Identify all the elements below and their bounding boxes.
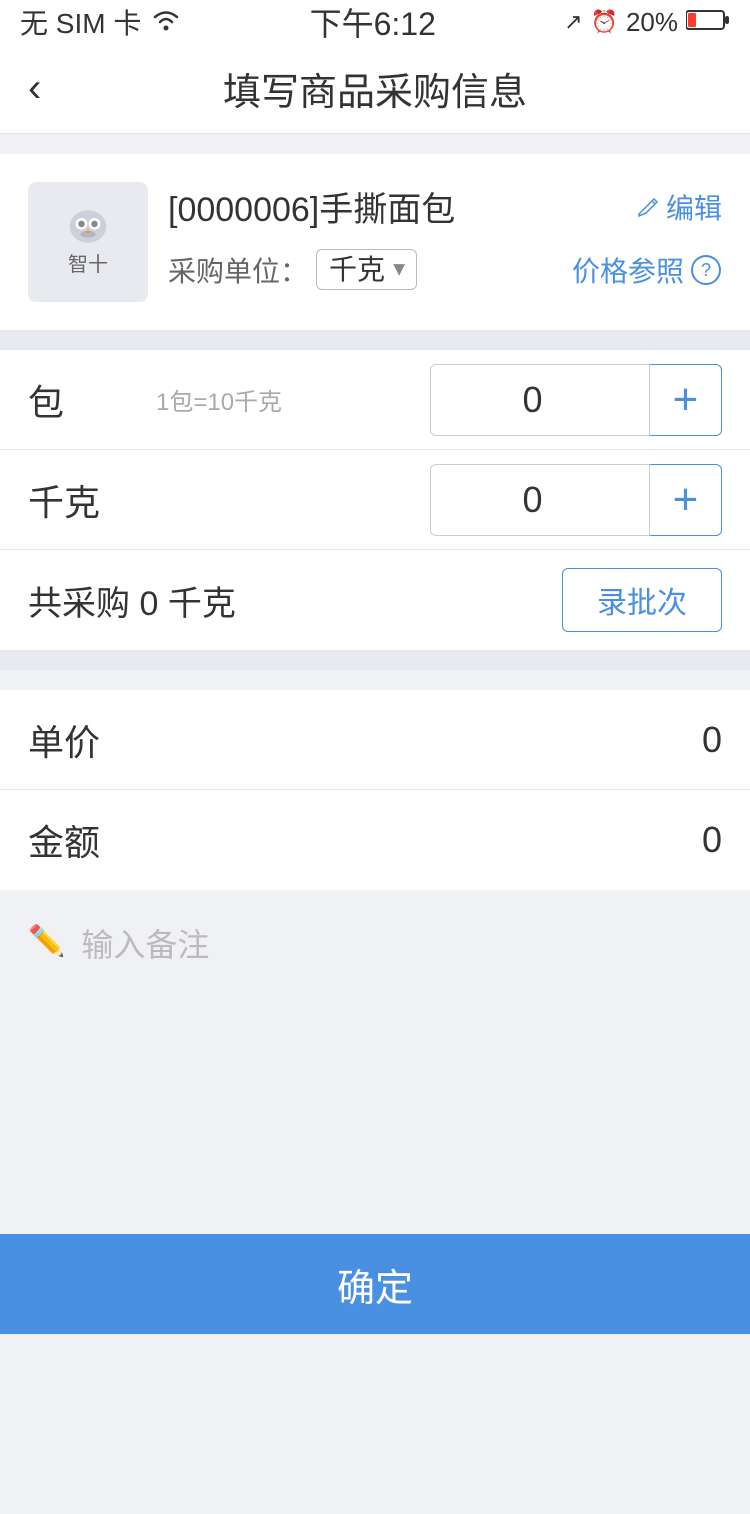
total-label: 共采购 0 千克 [28,576,236,625]
svg-text:?: ? [701,260,711,280]
remark-placeholder: 输入备注 [81,920,209,966]
edit-button[interactable]: 编辑 [636,187,722,227]
product-card: 智十 [0000006]手撕面包 编辑 采购单位： 千克 包 [0,154,750,330]
bottom-spacer [0,1394,750,1514]
bag-quantity-input[interactable] [430,364,650,436]
amount-label: 金额 [28,814,100,866]
product-image: 智十 [28,182,148,302]
page-title: 填写商品采购信息 [223,61,527,116]
input-section: 包 1包=10千克 + 千克 + [0,350,750,550]
battery-percent: 20% [626,7,678,38]
product-logo: 智十 [48,207,128,277]
price-ref-button[interactable]: 价格参照 ? [572,250,722,290]
status-time: 下午6:12 [310,0,436,45]
kg-plus-button[interactable]: + [650,464,722,536]
bag-input-wrapper: + [430,364,722,436]
status-left: 无 SIM 卡 [20,2,181,42]
main-content-area [0,994,750,1394]
wifi-icon [151,6,181,38]
bag-plus-button[interactable]: + [650,364,722,436]
unit-price-row: 单价 0 [0,690,750,790]
location-icon: ↗ [564,9,582,35]
kg-quantity-input[interactable] [430,464,650,536]
kg-input-wrapper: + [430,464,722,536]
status-right: ↗ ⏰ 20% [564,7,730,38]
kg-input-row: 千克 + [0,450,750,550]
unit-selector-group: 采购单位： 千克 包 ▼ [168,249,417,290]
total-row: 共采购 0 千克 录批次 [0,550,750,650]
unit-price-label: 单价 [28,714,100,766]
bag-input-row: 包 1包=10千克 + [0,350,750,450]
remark-section[interactable]: ✏️ 输入备注 [0,892,750,994]
section-divider-2 [0,650,750,670]
pricing-section: 单价 0 金额 0 [0,690,750,890]
bag-label: 包 [28,374,148,426]
product-name-row: [0000006]手撕面包 编辑 [168,182,722,231]
status-bar: 无 SIM 卡 下午6:12 ↗ ⏰ 20% [0,0,750,44]
batch-button[interactable]: 录批次 [562,568,722,632]
purchase-unit-row: 采购单位： 千克 包 ▼ 价格参照 ? [168,249,722,290]
unit-price-value: 0 [702,719,722,761]
no-sim-label: 无 SIM 卡 [20,2,141,42]
alarm-icon: ⏰ [591,9,618,35]
confirm-button[interactable]: 确定 [0,1234,750,1334]
amount-value: 0 [702,819,722,861]
amount-row: 金额 0 [0,790,750,890]
unit-select[interactable]: 千克 包 [316,249,417,290]
pencil-icon: ✏️ [28,924,65,959]
bag-sublabel: 1包=10千克 [156,382,282,417]
unit-select-wrapper[interactable]: 千克 包 ▼ [316,249,417,290]
total-value: 0 [139,585,158,623]
product-name: [0000006]手撕面包 [168,182,455,231]
product-info: [0000006]手撕面包 编辑 采购单位： 千克 包 ▼ [168,182,722,290]
purchase-unit-label: 采购单位： [168,250,308,290]
section-divider-1 [0,330,750,350]
page-header: ‹ 填写商品采购信息 [0,44,750,134]
back-button[interactable]: ‹ [28,66,41,111]
battery-icon [686,7,730,38]
kg-label: 千克 [28,474,148,526]
logo-text: 智十 [68,248,108,277]
